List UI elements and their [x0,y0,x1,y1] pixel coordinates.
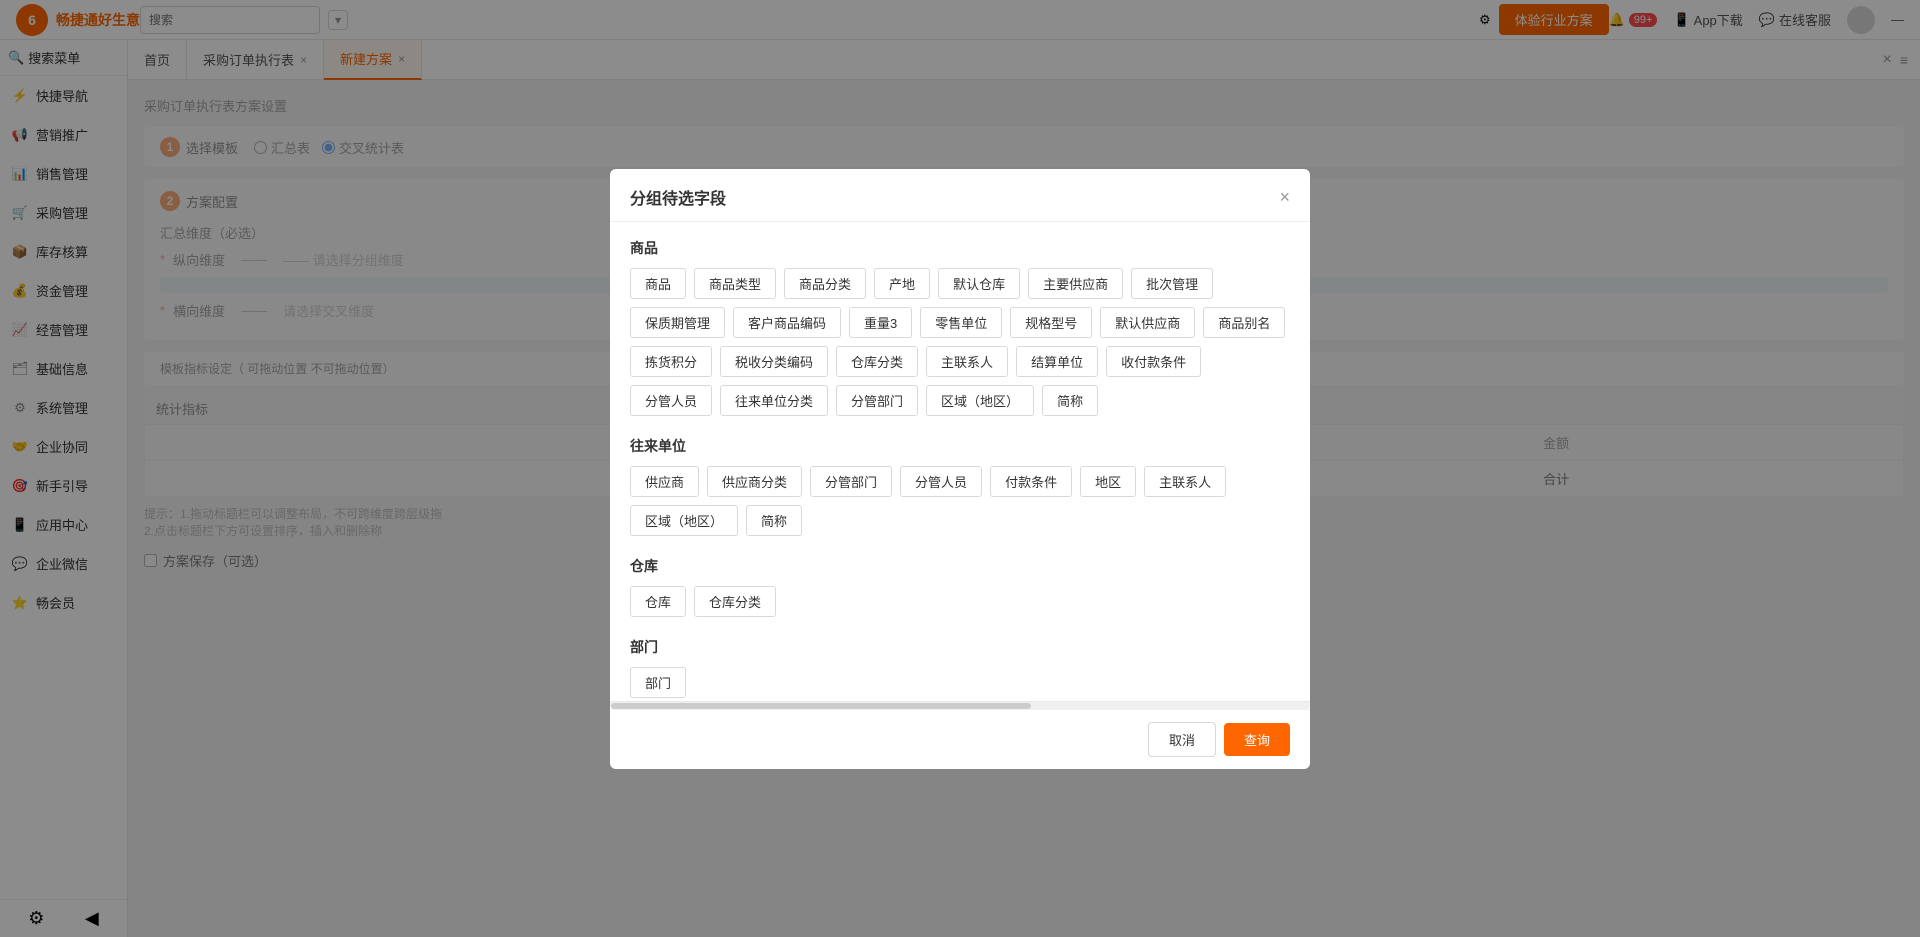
tag-goods-14[interactable]: 拣货积分 [630,346,712,377]
tag-warehouse-0[interactable]: 仓库 [630,586,686,617]
tag-goods-6[interactable]: 批次管理 [1131,268,1213,299]
tag-goods-7[interactable]: 保质期管理 [630,307,725,338]
tag-partner-0[interactable]: 供应商 [630,466,699,497]
tag-partner-8[interactable]: 简称 [746,505,802,536]
modal-header: 分组待选字段 × [610,169,1310,222]
section-partner-tags: 供应商 供应商分类 分管部门 分管人员 付款条件 地区 主联系人 区域（地区） … [630,466,1290,536]
tag-goods-16[interactable]: 仓库分类 [836,346,918,377]
section-goods: 商品 商品 商品类型 商品分类 产地 默认仓库 主要供应商 批次管理 保质期管理… [630,238,1290,416]
section-department-tags: 部门 [630,667,1290,698]
tag-goods-3[interactable]: 产地 [874,268,930,299]
modal-body[interactable]: 商品 商品 商品类型 商品分类 产地 默认仓库 主要供应商 批次管理 保质期管理… [610,222,1310,701]
modal-horizontal-scroll[interactable] [610,701,1310,709]
tag-goods-4[interactable]: 默认仓库 [938,268,1020,299]
section-department-title: 部门 [630,637,1290,657]
tag-goods-19[interactable]: 收付款条件 [1106,346,1201,377]
tag-goods-8[interactable]: 客户商品编码 [733,307,841,338]
section-warehouse: 仓库 仓库 仓库分类 [630,556,1290,617]
tag-partner-2[interactable]: 分管部门 [810,466,892,497]
tag-department-0[interactable]: 部门 [630,667,686,698]
tag-goods-15[interactable]: 税收分类编码 [720,346,828,377]
horizontal-scroll-thumb [611,703,1031,709]
tag-goods-20[interactable]: 分管人员 [630,385,712,416]
tag-goods-12[interactable]: 默认供应商 [1100,307,1195,338]
confirm-button[interactable]: 查询 [1224,723,1290,756]
tag-goods-21[interactable]: 往来单位分类 [720,385,828,416]
field-select-modal: 分组待选字段 × 商品 商品 商品类型 商品分类 产地 默认仓库 主要供应商 批… [610,169,1310,769]
section-goods-tags: 商品 商品类型 商品分类 产地 默认仓库 主要供应商 批次管理 保质期管理 客户… [630,268,1290,416]
tag-partner-1[interactable]: 供应商分类 [707,466,802,497]
section-warehouse-tags: 仓库 仓库分类 [630,586,1290,617]
tag-partner-3[interactable]: 分管人员 [900,466,982,497]
modal-overlay: 分组待选字段 × 商品 商品 商品类型 商品分类 产地 默认仓库 主要供应商 批… [0,0,1920,937]
tag-warehouse-1[interactable]: 仓库分类 [694,586,776,617]
tag-partner-5[interactable]: 地区 [1080,466,1136,497]
modal-footer: 取消 查询 [610,709,1310,769]
section-partner-title: 往来单位 [630,436,1290,456]
tag-partner-4[interactable]: 付款条件 [990,466,1072,497]
tag-partner-7[interactable]: 区域（地区） [630,505,738,536]
tag-goods-1[interactable]: 商品类型 [694,268,776,299]
tag-goods-5[interactable]: 主要供应商 [1028,268,1123,299]
modal-close-btn[interactable]: × [1279,188,1290,206]
tag-goods-17[interactable]: 主联系人 [926,346,1008,377]
tag-goods-11[interactable]: 规格型号 [1010,307,1092,338]
tag-goods-10[interactable]: 零售单位 [920,307,1002,338]
section-warehouse-title: 仓库 [630,556,1290,576]
tag-goods-9[interactable]: 重量3 [849,307,912,338]
tag-partner-6[interactable]: 主联系人 [1144,466,1226,497]
tag-goods-13[interactable]: 商品别名 [1203,307,1285,338]
tag-goods-22[interactable]: 分管部门 [836,385,918,416]
tag-goods-18[interactable]: 结算单位 [1016,346,1098,377]
tag-goods-24[interactable]: 简称 [1042,385,1098,416]
section-department: 部门 部门 [630,637,1290,698]
cancel-button[interactable]: 取消 [1148,722,1216,757]
tag-goods-23[interactable]: 区域（地区） [926,385,1034,416]
tag-goods-0[interactable]: 商品 [630,268,686,299]
section-partner: 往来单位 供应商 供应商分类 分管部门 分管人员 付款条件 地区 主联系人 区域… [630,436,1290,536]
section-goods-title: 商品 [630,238,1290,258]
modal-title: 分组待选字段 [630,185,726,209]
tag-goods-2[interactable]: 商品分类 [784,268,866,299]
